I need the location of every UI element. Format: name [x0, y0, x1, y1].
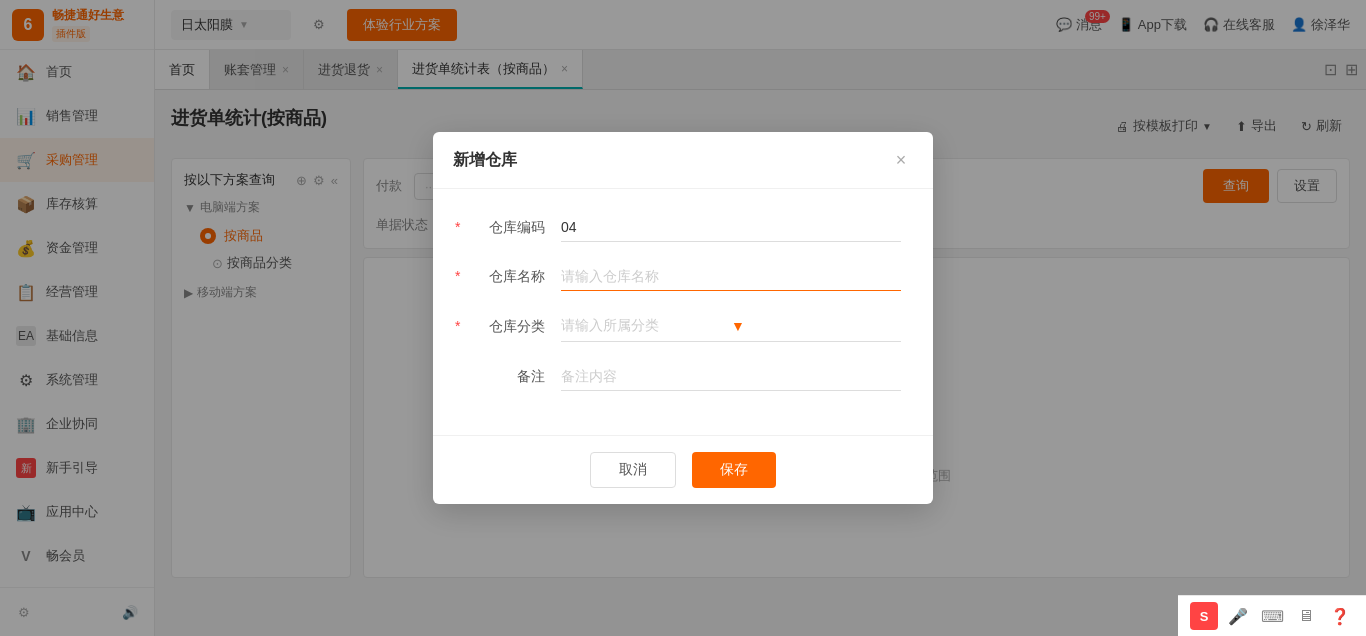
s-icon-btn[interactable]: S	[1190, 602, 1218, 630]
cancel-button[interactable]: 取消	[590, 452, 676, 488]
remark-label: 备注	[465, 368, 545, 386]
bottom-bar: S 🎤 ⌨ 🖥 ❓	[1178, 595, 1366, 636]
name-input[interactable]	[561, 262, 901, 291]
help-icon-btn[interactable]: ❓	[1326, 602, 1354, 630]
keyboard-icon-btn[interactable]: ⌨	[1258, 602, 1286, 630]
monitor-icon-btn[interactable]: 🖥	[1292, 602, 1320, 630]
save-button[interactable]: 保存	[692, 452, 776, 488]
modal-close-button[interactable]: ×	[889, 148, 913, 172]
modal-header: 新增仓库 ×	[433, 132, 933, 189]
category-placeholder: 请输入所属分类	[561, 317, 731, 335]
code-label: 仓库编码	[465, 219, 545, 237]
remark-input[interactable]	[561, 362, 901, 391]
form-row-name: 仓库名称	[465, 262, 901, 291]
form-row-code: 仓库编码	[465, 213, 901, 242]
modal-overlay: 新增仓库 × 仓库编码 仓库名称 仓库分类 请输入所属分类 ▼	[0, 0, 1366, 636]
form-row-category: 仓库分类 请输入所属分类 ▼	[465, 311, 901, 342]
name-label: 仓库名称	[465, 268, 545, 286]
modal-title: 新增仓库	[453, 150, 517, 171]
category-chevron-icon: ▼	[731, 318, 901, 334]
mic-icon-btn[interactable]: 🎤	[1224, 602, 1252, 630]
modal-footer: 取消 保存	[433, 435, 933, 504]
form-row-remark: 备注	[465, 362, 901, 391]
code-input[interactable]	[561, 213, 901, 242]
modal-body: 仓库编码 仓库名称 仓库分类 请输入所属分类 ▼ 备注	[433, 189, 933, 435]
category-label: 仓库分类	[465, 318, 545, 336]
category-select[interactable]: 请输入所属分类 ▼	[561, 311, 901, 342]
add-warehouse-modal: 新增仓库 × 仓库编码 仓库名称 仓库分类 请输入所属分类 ▼	[433, 132, 933, 504]
